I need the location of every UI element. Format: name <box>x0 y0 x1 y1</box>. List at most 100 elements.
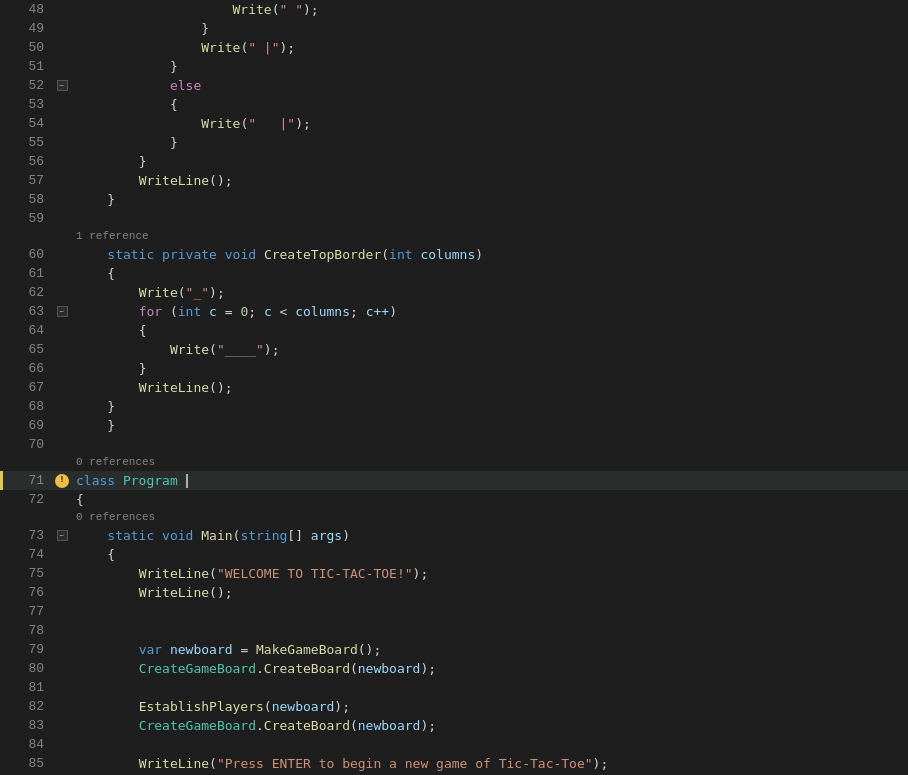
code-line: 50 Write(" |"); <box>0 38 908 57</box>
active-line-indicator <box>0 471 3 490</box>
line-number: 82 <box>0 697 52 716</box>
line-gutter <box>52 95 72 114</box>
code-line: 84 <box>0 735 908 754</box>
code-line: 58 } <box>0 190 908 209</box>
code-line: 51 } <box>0 57 908 76</box>
line-code: WriteLine(); <box>72 378 908 397</box>
line-gutter <box>52 716 72 735</box>
line-number: 56 <box>0 152 52 171</box>
line-gutter <box>52 283 72 302</box>
line-number: 72 <box>0 490 52 509</box>
line-code <box>72 435 908 454</box>
line-gutter <box>52 209 72 228</box>
code-line: 61 { <box>0 264 908 283</box>
collapse-button[interactable]: − <box>57 306 68 317</box>
line-code: WriteLine(); <box>72 171 908 190</box>
line-number: 60 <box>0 245 52 264</box>
line-gutter <box>52 152 72 171</box>
line-number: 84 <box>0 735 52 754</box>
line-gutter <box>52 545 72 564</box>
code-line: 53 { <box>0 95 908 114</box>
line-number: 66 <box>0 359 52 378</box>
code-line: 73− static void Main(string[] args) <box>0 526 908 545</box>
code-line: 72{ <box>0 490 908 509</box>
line-code: } <box>72 152 908 171</box>
line-number: 85 <box>0 754 52 773</box>
line-number: 67 <box>0 378 52 397</box>
line-gutter <box>52 378 72 397</box>
code-line: 76 WriteLine(); <box>0 583 908 602</box>
line-gutter <box>52 678 72 697</box>
line-number: 53 <box>0 95 52 114</box>
line-gutter <box>52 490 72 509</box>
line-code <box>72 735 908 754</box>
line-gutter <box>52 697 72 716</box>
line-gutter: − <box>52 526 72 545</box>
line-code: } <box>72 359 908 378</box>
line-gutter <box>52 397 72 416</box>
ref-label-row: 1 reference <box>0 228 908 245</box>
line-code: Write("_"); <box>72 283 908 302</box>
line-code: CreateGameBoard.CreateBoard(newboard); <box>72 716 908 735</box>
line-gutter <box>52 38 72 57</box>
line-number: 57 <box>0 171 52 190</box>
text-cursor <box>186 474 188 488</box>
line-number: 73 <box>0 526 52 545</box>
line-gutter <box>52 621 72 640</box>
code-line: 68 } <box>0 397 908 416</box>
collapse-button[interactable]: − <box>57 80 68 91</box>
line-code: Write(" |"); <box>72 114 908 133</box>
code-line: 52− else <box>0 76 908 95</box>
code-line: 55 } <box>0 133 908 152</box>
line-code <box>72 209 908 228</box>
line-number: 64 <box>0 321 52 340</box>
line-number: 74 <box>0 545 52 564</box>
collapse-button[interactable]: − <box>57 530 68 541</box>
line-code <box>72 621 908 640</box>
line-gutter <box>52 359 72 378</box>
code-line: 62 Write("_"); <box>0 283 908 302</box>
line-number: 71 <box>0 471 52 490</box>
line-number: 79 <box>0 640 52 659</box>
line-code: } <box>72 19 908 38</box>
line-number: 62 <box>0 283 52 302</box>
line-code: { <box>72 95 908 114</box>
ref-count-label: 1 reference <box>72 228 149 245</box>
line-gutter <box>52 0 72 19</box>
line-gutter <box>52 133 72 152</box>
line-gutter <box>52 640 72 659</box>
line-number: 55 <box>0 133 52 152</box>
line-number: 76 <box>0 583 52 602</box>
code-editor: 48 Write(" ");49 }50 Write(" |");51 }52−… <box>0 0 908 775</box>
ref-label-row: 0 references <box>0 454 908 471</box>
line-gutter <box>52 754 72 773</box>
line-code: else <box>72 76 908 95</box>
code-line: 75 WriteLine("WELCOME TO TIC-TAC-TOE!"); <box>0 564 908 583</box>
line-code: CreateGameBoard.CreateBoard(newboard); <box>72 659 908 678</box>
code-line: 59 <box>0 209 908 228</box>
code-line: 66 } <box>0 359 908 378</box>
line-number: 83 <box>0 716 52 735</box>
code-line: 49 } <box>0 19 908 38</box>
line-gutter <box>52 735 72 754</box>
line-code: var newboard = MakeGameBoard(); <box>72 640 908 659</box>
code-line: 77 <box>0 602 908 621</box>
line-gutter <box>52 602 72 621</box>
code-line: 78 <box>0 621 908 640</box>
line-number: 78 <box>0 621 52 640</box>
code-line: 70 <box>0 435 908 454</box>
line-code: { <box>72 321 908 340</box>
warning-icon: ! <box>55 474 69 488</box>
line-gutter: ! <box>52 471 72 490</box>
line-gutter <box>52 190 72 209</box>
line-code: { <box>72 545 908 564</box>
line-code: static private void CreateTopBorder(int … <box>72 245 908 264</box>
line-number: 59 <box>0 209 52 228</box>
line-number: 61 <box>0 264 52 283</box>
code-line: 60 static private void CreateTopBorder(i… <box>0 245 908 264</box>
line-code: WriteLine("WELCOME TO TIC-TAC-TOE!"); <box>72 564 908 583</box>
line-gutter <box>52 416 72 435</box>
line-code <box>72 678 908 697</box>
line-code: } <box>72 133 908 152</box>
line-code: EstablishPlayers(newboard); <box>72 697 908 716</box>
